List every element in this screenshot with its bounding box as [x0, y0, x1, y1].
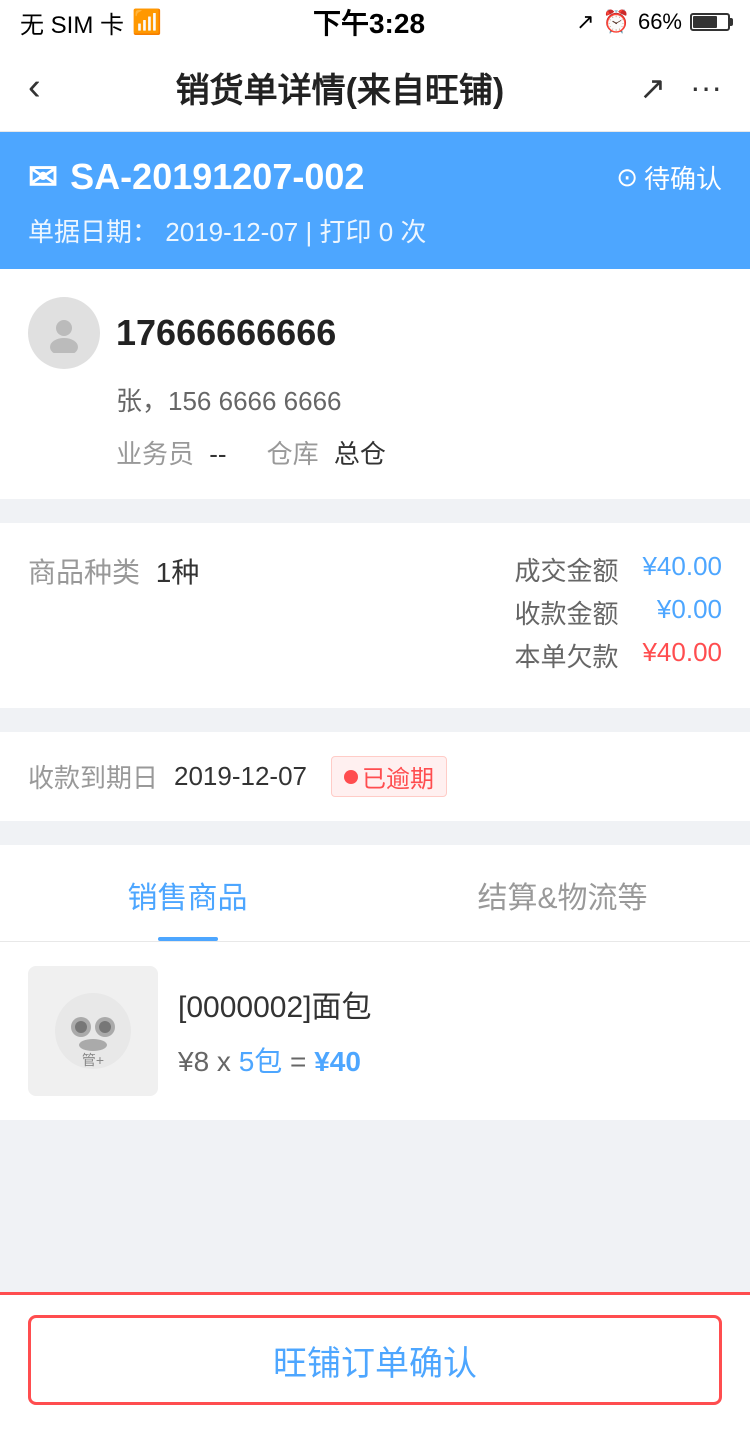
customer-row: 17666666666	[28, 297, 722, 369]
tab-settlement[interactable]: 结算&物流等	[375, 845, 750, 941]
salesperson-value: --	[209, 439, 226, 469]
tab-products[interactable]: 销售商品	[0, 845, 375, 941]
received-amount-value: ¥0.00	[657, 594, 722, 631]
divider-3	[0, 833, 750, 845]
order-separator: |	[305, 217, 319, 247]
print-label: 打印	[319, 217, 378, 247]
battery-icon	[690, 13, 730, 31]
order-status: ⊙ 待确认	[616, 159, 722, 196]
customer-info-row: 业务员 -- 仓库 总仓	[28, 434, 722, 471]
confirm-order-button[interactable]: 旺铺订单确认	[28, 1315, 722, 1405]
warehouse-label: 仓库	[267, 439, 319, 469]
overdue-badge: 已逾期	[331, 756, 447, 797]
salesperson-item: 业务员 --	[116, 434, 227, 471]
warehouse-item: 仓库 总仓	[267, 434, 386, 471]
product-list: 管+ [0000002]面包 ¥8 x 5包 = ¥40	[0, 942, 750, 1120]
overdue-dot-icon	[344, 770, 358, 784]
svg-text:管+: 管+	[82, 1052, 104, 1068]
page-title: 销货单详情(来自旺铺)	[176, 63, 505, 112]
due-section: 收款到期日 2019-12-07 已逾期	[0, 732, 750, 821]
customer-section: 17666666666 张，156 6666 6666 业务员 -- 仓库 总仓	[0, 269, 750, 499]
product-item-0: 管+ [0000002]面包 ¥8 x 5包 = ¥40	[28, 966, 722, 1096]
share-icon[interactable]: ↗	[639, 69, 666, 107]
product-types-label: 商品种类	[28, 557, 140, 588]
order-meta: 单据日期： 2019-12-07 | 打印 0 次	[28, 212, 722, 249]
deal-amount-label: 成交金额	[514, 551, 618, 588]
summary-right: 成交金额 ¥40.00 收款金额 ¥0.00 本单欠款 ¥40.00	[514, 551, 722, 680]
product-qty: 5包	[239, 1046, 283, 1077]
order-date: 2019-12-07	[165, 217, 298, 247]
divider-2	[0, 720, 750, 732]
deal-amount-row: 成交金额 ¥40.00	[514, 551, 722, 588]
customer-phone[interactable]: 17666666666	[116, 312, 336, 354]
battery-text: 66%	[638, 9, 682, 35]
product-price-row: ¥8 x 5包 = ¥40	[178, 1040, 722, 1080]
print-unit: 次	[400, 217, 426, 247]
order-status-text: 待确认	[644, 159, 722, 196]
tab-products-label: 销售商品	[128, 882, 248, 915]
confirm-area: 旺铺订单确认	[0, 1292, 750, 1445]
product-equals: =	[282, 1046, 314, 1077]
product-price-text: ¥8 x	[178, 1046, 239, 1077]
product-info: [0000002]面包 ¥8 x 5包 = ¥40	[178, 982, 722, 1080]
order-header: ✉ SA-20191207-002 ⊙ 待确认 单据日期： 2019-12-07…	[0, 132, 750, 269]
overdue-text: 已逾期	[362, 759, 434, 794]
deal-amount-value: ¥40.00	[642, 551, 722, 588]
order-date-label: 单据日期：	[28, 217, 158, 247]
received-amount-label: 收款金额	[514, 594, 618, 631]
carrier-text: 无 SIM 卡	[20, 5, 124, 40]
warehouse-value: 总仓	[334, 439, 386, 469]
status-bar: 无 SIM 卡 📶 下午3:28 ↗ ⏰ 66%	[0, 0, 750, 44]
location-icon: ↗	[576, 9, 594, 35]
divider-1	[0, 511, 750, 523]
debt-amount-row: 本单欠款 ¥40.00	[514, 637, 722, 674]
status-bar-right: ↗ ⏰ 66%	[576, 9, 730, 35]
nav-bar: ‹ 销货单详情(来自旺铺) ↗ ···	[0, 44, 750, 132]
wifi-icon: 📶	[132, 8, 162, 37]
due-date: 2019-12-07	[174, 761, 307, 792]
debt-amount-value: ¥40.00	[642, 637, 722, 674]
product-types-item: 商品种类 1种	[28, 551, 199, 591]
summary-left: 商品种类 1种	[28, 551, 199, 595]
status-bar-time: 下午3:28	[313, 2, 425, 42]
product-thumbnail: 管+	[28, 966, 158, 1096]
debt-amount-label: 本单欠款	[514, 637, 618, 674]
nav-actions: ↗ ···	[639, 69, 722, 107]
due-label: 收款到期日	[28, 758, 158, 795]
tabs-bar: 销售商品 结算&物流等	[0, 845, 750, 942]
back-button[interactable]: ‹	[28, 66, 41, 109]
order-id-row: ✉ SA-20191207-002 ⊙ 待确认	[28, 156, 722, 198]
alarm-icon: ⏰	[603, 9, 630, 35]
more-icon[interactable]: ···	[690, 69, 722, 106]
print-count: 0	[379, 217, 393, 247]
bottom-spacer	[0, 1132, 750, 1292]
salesperson-label: 业务员	[116, 439, 194, 469]
order-id-text: SA-20191207-002	[70, 156, 364, 198]
tab-settlement-label: 结算&物流等	[477, 882, 647, 915]
order-id: ✉ SA-20191207-002	[28, 156, 364, 198]
summary-section: 商品种类 1种 成交金额 ¥40.00 收款金额 ¥0.00 本单欠款 ¥40.…	[0, 523, 750, 708]
customer-detail: 张，156 6666 6666	[28, 381, 722, 418]
product-name: [0000002]面包	[178, 982, 722, 1026]
product-total: ¥40	[314, 1046, 361, 1077]
status-bar-left: 无 SIM 卡 📶	[20, 5, 162, 40]
received-amount-row: 收款金额 ¥0.00	[514, 594, 722, 631]
product-types-value: 1种	[156, 557, 200, 588]
clock-icon: ⊙	[616, 162, 638, 193]
avatar	[28, 297, 100, 369]
tabs-section: 销售商品 结算&物流等 管+ [0000002]面包	[0, 845, 750, 1120]
order-icon: ✉	[28, 156, 58, 198]
summary-grid: 商品种类 1种 成交金额 ¥40.00 收款金额 ¥0.00 本单欠款 ¥40.…	[28, 551, 722, 680]
